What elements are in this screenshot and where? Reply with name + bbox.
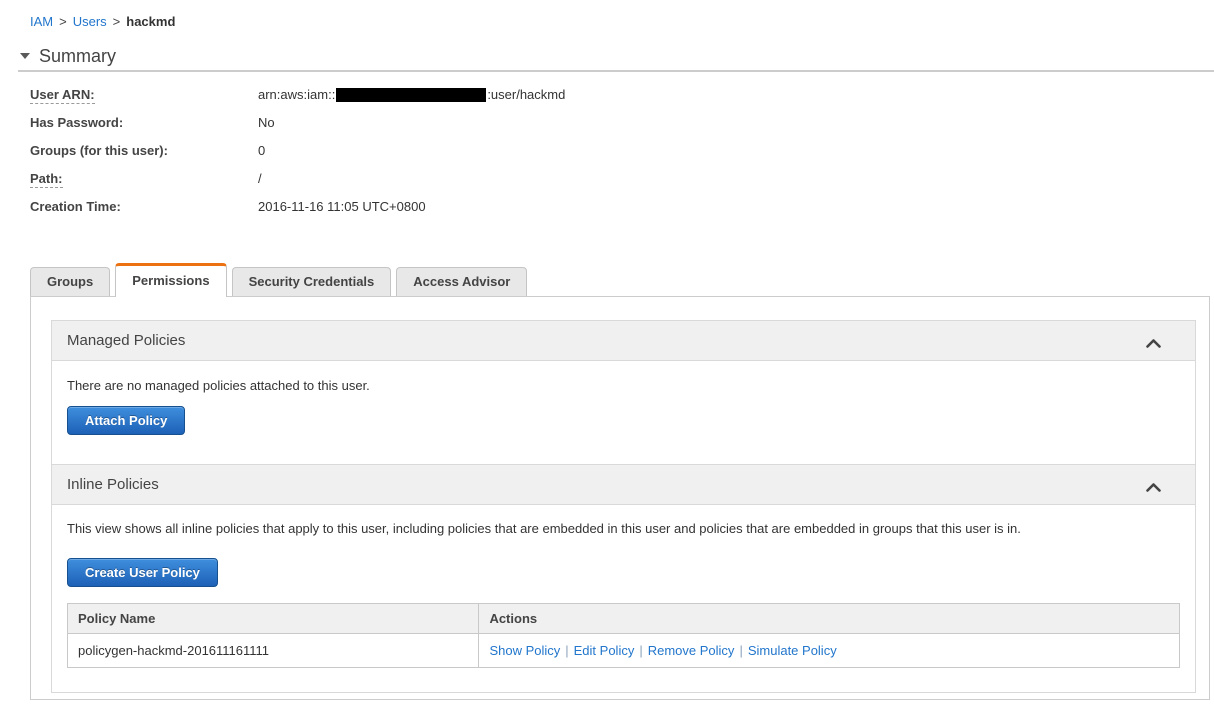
collapse-triangle-icon <box>20 53 30 59</box>
edit-policy-link[interactable]: Edit Policy <box>574 643 635 658</box>
tab-access-advisor[interactable]: Access Advisor <box>396 267 528 296</box>
tab-security-credentials[interactable]: Security Credentials <box>231 267 392 296</box>
summary-fields: User ARN: arn:aws:iam:::user/hackmd Has … <box>30 87 1214 215</box>
summary-title: Summary <box>39 46 117 66</box>
path-label: Path: <box>30 171 63 188</box>
action-separator: | <box>565 643 569 658</box>
field-row-path: Path: / <box>30 171 1214 188</box>
creation-time-label: Creation Time: <box>30 199 121 214</box>
inline-policies-body: This view shows all inline policies that… <box>52 504 1195 692</box>
policy-actions-cell: Show Policy | Edit Policy | Remove Policy | Si… <box>478 633 1180 668</box>
create-user-policy-button[interactable]: Create User Policy <box>67 558 218 587</box>
groups-count-label: Groups (for this user): <box>30 143 168 158</box>
tab-permissions[interactable]: Permissions <box>115 263 227 297</box>
inline-policies-description: This view shows all inline policies that… <box>67 521 1021 536</box>
policy-name-cell: policygen-hackmd-201611161111 <box>66 633 480 668</box>
table-row: policygen-hackmd-201611161111 Show Polic… <box>66 633 1180 668</box>
inline-policies-title: Inline Policies <box>67 476 159 493</box>
breadcrumb-separator: > <box>112 14 121 29</box>
inline-policies-header: Inline Policies <box>52 464 1195 504</box>
simulate-policy-link[interactable]: Simulate Policy <box>748 643 837 658</box>
action-separator: | <box>739 643 743 658</box>
column-header-policy-name: Policy Name <box>66 603 480 634</box>
redacted-account-id <box>336 88 487 102</box>
breadcrumb-current-user: hackmd <box>126 14 176 29</box>
action-separator: | <box>639 643 643 658</box>
breadcrumb: IAM > Users > hackmd <box>30 14 1214 29</box>
groups-count-value: 0 <box>258 143 266 158</box>
field-row-creation-time: Creation Time: 2016-11-16 11:05 UTC+0800 <box>30 199 1214 215</box>
managed-policies-body: There are no managed policies attached t… <box>52 360 1195 464</box>
path-value: / <box>258 171 262 186</box>
column-header-actions: Actions <box>478 603 1180 634</box>
permissions-tab-panel: Managed Policies There are no managed po… <box>30 296 1210 700</box>
show-policy-link[interactable]: Show Policy <box>489 643 560 658</box>
user-arn-label: User ARN: <box>30 87 95 104</box>
remove-policy-link[interactable]: Remove Policy <box>648 643 735 658</box>
has-password-label: Has Password: <box>30 115 124 130</box>
policies-sections-container: Managed Policies There are no managed po… <box>51 320 1196 693</box>
creation-time-value: 2016-11-16 11:05 UTC+0800 <box>258 199 426 214</box>
managed-policies-empty-text: There are no managed policies attached t… <box>67 378 370 393</box>
has-password-value: No <box>258 115 275 130</box>
managed-policies-header: Managed Policies <box>52 321 1195 360</box>
managed-policies-title: Managed Policies <box>67 332 186 349</box>
user-detail-tabs: Groups Permissions Security Credentials … <box>30 263 1214 297</box>
summary-section-toggle[interactable]: Summary <box>20 46 1214 66</box>
breadcrumb-link-users[interactable]: Users <box>73 14 107 29</box>
iam-user-detail-page: IAM > Users > hackmd Summary User ARN: arn:a… <box>0 14 1214 700</box>
inline-policies-table: Policy Name Actions policygen-hackmd-201… <box>66 603 1180 668</box>
arn-suffix: :user/hackmd <box>487 87 566 102</box>
summary-divider <box>18 70 1214 72</box>
field-row-groups: Groups (for this user): 0 <box>30 143 1214 159</box>
tab-groups[interactable]: Groups <box>30 267 111 296</box>
table-header-row: Policy Name Actions <box>66 603 1180 634</box>
field-row-user-arn: User ARN: arn:aws:iam:::user/hackmd <box>30 87 1214 104</box>
attach-policy-button[interactable]: Attach Policy <box>67 406 186 435</box>
arn-prefix: arn:aws:iam:: <box>258 87 336 102</box>
breadcrumb-separator: > <box>59 14 67 29</box>
chevron-up-icon[interactable] <box>1146 335 1161 352</box>
breadcrumb-link-iam[interactable]: IAM <box>30 14 53 29</box>
field-row-has-password: Has Password: No <box>30 115 1214 131</box>
user-arn-value: arn:aws:iam:::user/hackmd <box>258 87 565 103</box>
chevron-up-icon[interactable] <box>1146 479 1161 496</box>
